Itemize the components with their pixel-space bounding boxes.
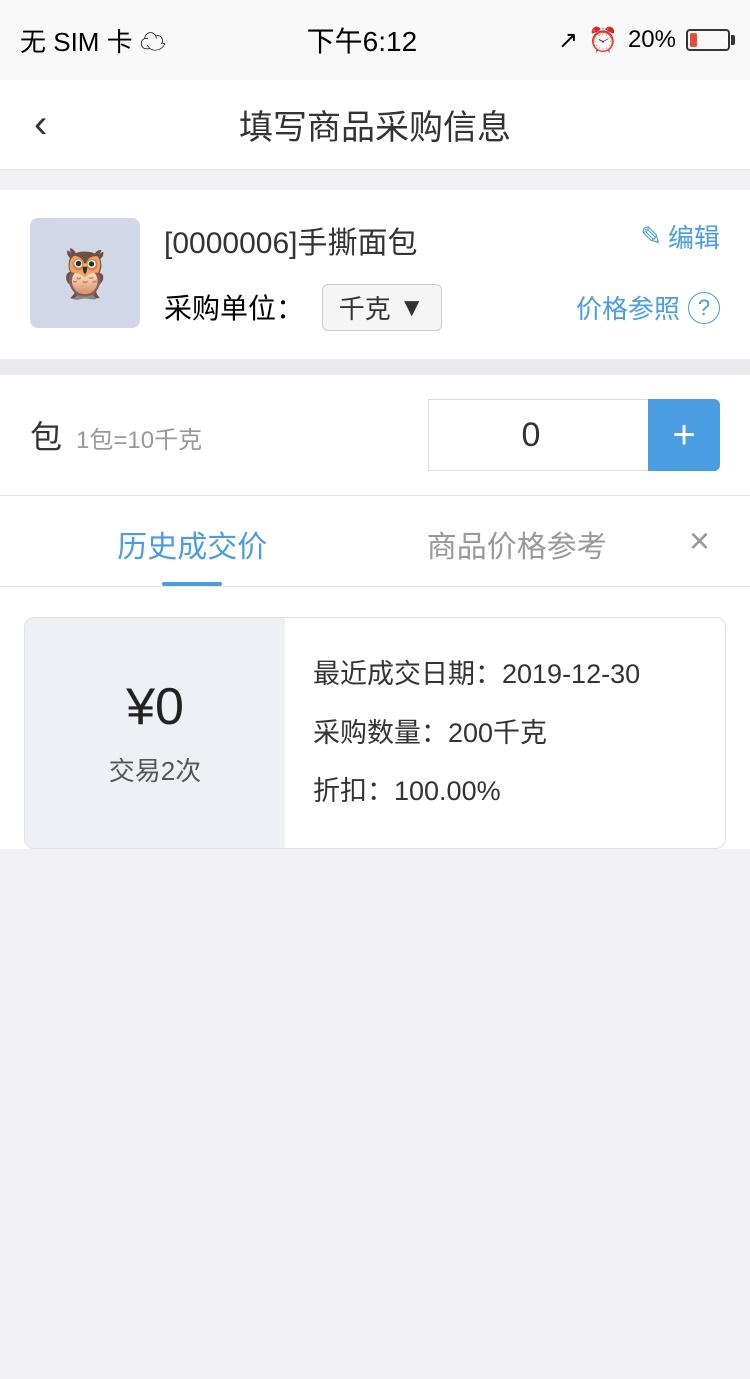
status-right: ↗ ⏰ 20%	[558, 26, 730, 55]
battery-fill	[690, 33, 697, 47]
tab-history-price[interactable]: 历史成交价	[30, 496, 354, 586]
page-title: 填写商品采购信息	[239, 100, 511, 149]
section-divider	[0, 359, 750, 375]
nav-bar: ‹ 填写商品采购信息	[0, 80, 750, 170]
quantity-unit: 包	[30, 412, 62, 458]
product-header: [0000006]手撕面包 ✎ 编辑	[164, 218, 720, 262]
price-ref-button[interactable]: 价格参照 ?	[576, 289, 720, 326]
unit-label-group: 采购单位： 千克 ▼	[164, 284, 442, 331]
discount-label: 折扣：	[313, 776, 394, 806]
location-icon: ↗	[558, 26, 578, 55]
history-detail-panel: 最近成交日期：2019-12-30 采购数量：200千克 折扣：100.00%	[285, 618, 725, 848]
product-card: 🦉 [0000006]手撕面包 ✎ 编辑 采购单位： 千克 ▼ 价格参照 ?	[0, 190, 750, 359]
sim-signal-text: 无 SIM 卡 ☁	[20, 22, 166, 59]
battery-percent: 20%	[628, 26, 676, 54]
quantity-hint: 1包=10千克	[76, 420, 202, 455]
product-info: [0000006]手撕面包 ✎ 编辑 采购单位： 千克 ▼ 价格参照 ?	[164, 218, 720, 331]
product-title: 手撕面包	[297, 227, 417, 260]
tab-price-ref-label: 商品价格参考	[427, 531, 607, 564]
price-amount: 0	[155, 678, 184, 736]
tab-history-label: 历史成交价	[117, 531, 267, 564]
date-value: 2019-12-30	[502, 659, 640, 689]
product-logo-icon: 🦉	[55, 245, 115, 302]
quantity-input-group: +	[428, 399, 720, 471]
tab-active-indicator	[162, 582, 222, 586]
status-bar: 无 SIM 卡 ☁ 下午6:12 ↗ ⏰ 20%	[0, 0, 750, 80]
status-left: 无 SIM 卡 ☁	[20, 22, 166, 59]
help-icon: ?	[688, 292, 720, 324]
quantity-plus-button[interactable]: +	[648, 399, 720, 471]
back-button[interactable]: ‹	[24, 92, 57, 157]
battery-icon	[686, 29, 730, 51]
edit-button[interactable]: ✎ 编辑	[640, 218, 720, 255]
price-ref-label: 价格参照	[576, 289, 680, 326]
history-discount-row: 折扣：100.00%	[313, 771, 697, 812]
tab-price-ref[interactable]: 商品价格参考	[354, 496, 678, 586]
product-unit-row: 采购单位： 千克 ▼ 价格参照 ?	[164, 284, 720, 331]
quantity-input[interactable]	[428, 399, 648, 471]
history-card: ¥0 交易2次 最近成交日期：2019-12-30 采购数量：200千克 折扣：…	[24, 617, 726, 849]
quantity-label: 包 1包=10千克	[30, 412, 202, 458]
history-price-panel: ¥0 交易2次	[25, 618, 285, 848]
status-time: 下午6:12	[307, 20, 418, 60]
product-name: [0000006]手撕面包	[164, 218, 417, 262]
product-id: [0000006]	[164, 227, 297, 260]
history-qty-row: 采购数量：200千克	[313, 713, 697, 754]
history-price-value: ¥0	[126, 677, 184, 737]
modal-close-button[interactable]: ×	[679, 510, 720, 572]
unit-value: 千克	[339, 289, 391, 326]
unit-label: 采购单位：	[164, 293, 304, 324]
history-date-row: 最近成交日期：2019-12-30	[313, 654, 697, 695]
discount-value: 100.00%	[394, 776, 501, 806]
modal-panel: 历史成交价 商品价格参考 × ¥0 交易2次 最近成交日期：2019-12-30…	[0, 495, 750, 849]
qty-value: 200千克	[448, 718, 547, 748]
qty-label: 采购数量：	[313, 718, 448, 748]
page-background	[0, 879, 750, 1379]
unit-selector[interactable]: 千克 ▼	[322, 284, 442, 331]
currency-symbol: ¥	[126, 678, 155, 736]
history-trades-label: 交易2次	[109, 751, 201, 788]
date-label: 最近成交日期：	[313, 659, 502, 689]
alarm-icon: ⏰	[588, 26, 618, 55]
quantity-row: 包 1包=10千克 +	[0, 375, 750, 495]
chevron-down-icon: ▼	[399, 292, 425, 323]
tabs-row: 历史成交价 商品价格参考 ×	[0, 496, 750, 587]
edit-icon: ✎	[640, 221, 662, 252]
product-image: 🦉	[30, 218, 140, 328]
edit-label: 编辑	[668, 218, 720, 255]
